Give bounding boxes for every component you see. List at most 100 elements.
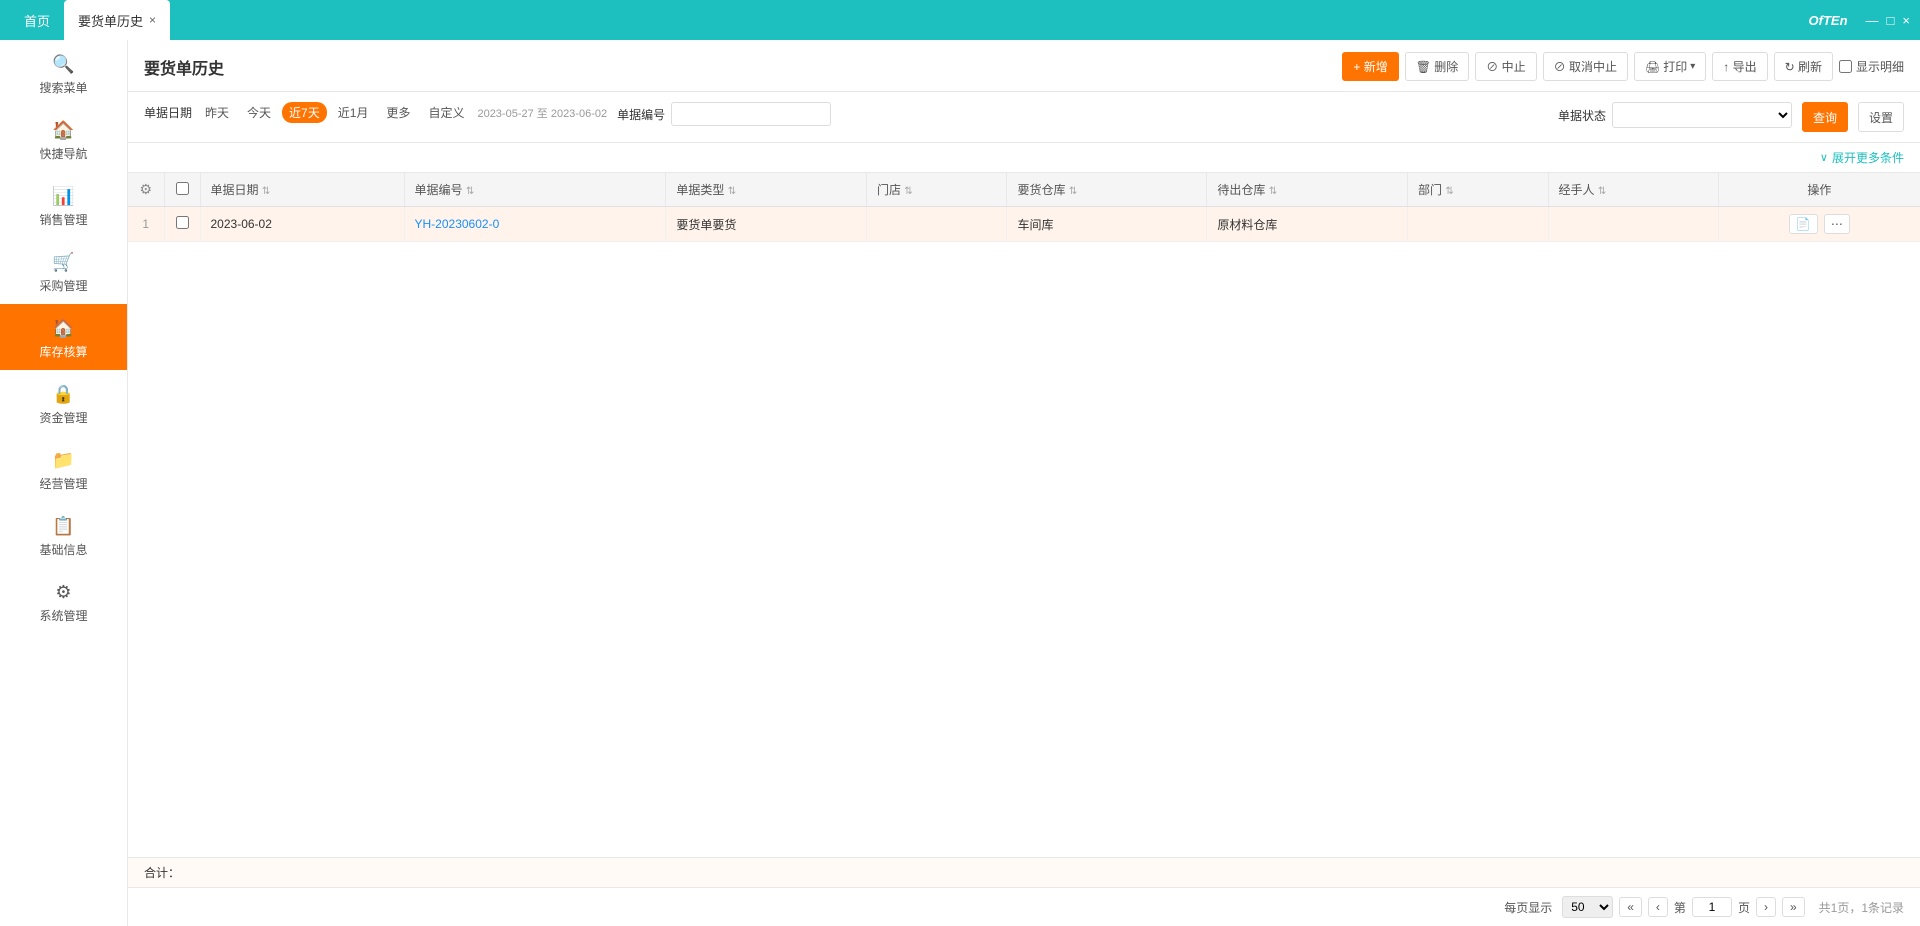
cancel-stop-button[interactable]: ⊘ 取消中止	[1543, 52, 1628, 81]
row-actions: 📄 ⋯	[1718, 207, 1920, 242]
view-action-btn[interactable]: 📄	[1789, 214, 1818, 234]
chevron-down-icon: ∨	[1820, 151, 1828, 164]
page-input[interactable]	[1692, 897, 1732, 917]
sidebar-item-label: 快捷导航	[39, 145, 87, 162]
first-page-btn[interactable]: «	[1619, 897, 1642, 917]
row-no: YH-20230602-0	[404, 207, 666, 242]
query-button[interactable]: 查询	[1802, 102, 1848, 132]
sidebar-item-quick-nav[interactable]: 🏠 快捷导航	[0, 106, 127, 172]
date-btn-custom[interactable]: 自定义	[421, 102, 471, 123]
sidebar-item-ops-mgmt[interactable]: 📁 经营管理	[0, 436, 127, 502]
maximize-btn[interactable]: □	[1887, 13, 1895, 28]
view-icon: 📄	[1796, 217, 1811, 231]
purchase-mgmt-icon: 🛒	[52, 252, 74, 273]
sidebar-item-label: 库存核算	[39, 343, 87, 360]
row-date: 2023-06-02	[200, 207, 404, 242]
sidebar-item-label: 基础信息	[39, 541, 87, 558]
sidebar-item-purchase-mgmt[interactable]: 🛒 采购管理	[0, 238, 127, 304]
sidebar-item-basic-info[interactable]: 📋 基础信息	[0, 502, 127, 568]
row-no-link[interactable]: YH-20230602-0	[415, 217, 500, 231]
close-btn[interactable]: ×	[1902, 13, 1910, 28]
more-action-btn[interactable]: ⋯	[1824, 214, 1850, 234]
inventory-calc-icon: 🏠	[52, 318, 74, 339]
display-detail-label: 显示明细	[1856, 58, 1904, 75]
doc-no-input[interactable]	[671, 102, 831, 126]
action-btns: 📄 ⋯	[1729, 214, 1910, 234]
sidebar-item-fund-mgmt[interactable]: 🔒 资金管理	[0, 370, 127, 436]
sort-icon-pending-warehouse[interactable]: ⇅	[1269, 186, 1277, 197]
stop-button[interactable]: ⊘ 中止	[1475, 52, 1536, 81]
sort-icon-date[interactable]: ⇅	[262, 186, 270, 197]
ops-mgmt-icon: 📁	[52, 450, 74, 471]
doc-no-label: 单据编号	[617, 106, 665, 123]
sidebar-item-inventory-calc[interactable]: 🏠 库存核算	[0, 304, 127, 370]
sidebar-item-search-menu[interactable]: 🔍 搜索菜单	[0, 40, 127, 106]
last-page-btn[interactable]: »	[1782, 897, 1805, 917]
date-filter: 单据日期 昨天 今天 近7天 近1月 更多 自定义 2023-05-27 至 2…	[144, 102, 607, 123]
table-footer: 合计：	[128, 857, 1920, 887]
row-check	[164, 207, 200, 242]
sidebar-item-label: 系统管理	[39, 607, 87, 624]
top-bar: 首页 要货单历史 × OfTEn — □ ×	[0, 0, 1920, 40]
new-button[interactable]: + 新增	[1342, 52, 1398, 81]
doc-status-label: 单据状态	[1558, 107, 1606, 124]
footer-summary-label: 合计：	[144, 864, 180, 881]
refresh-button[interactable]: ↻ 刷新	[1774, 52, 1833, 81]
print-label: 打印	[1663, 58, 1687, 75]
date-btn-today[interactable]: 今天	[240, 102, 278, 123]
print-button[interactable]: 🖨 打印 ▾	[1634, 52, 1706, 81]
tab-home[interactable]: 首页	[10, 0, 64, 40]
column-settings-icon[interactable]: ⚙	[139, 181, 152, 197]
sidebar-item-label: 搜索菜单	[39, 79, 87, 96]
th-store: 门店 ⇅	[866, 173, 1007, 207]
th-pending-warehouse-label: 待出仓库	[1217, 183, 1265, 197]
doc-status-filter: 单据状态	[1558, 102, 1792, 128]
fund-mgmt-icon: 🔒	[52, 384, 74, 405]
search-menu-icon: 🔍	[52, 54, 74, 75]
sidebar-item-sales-mgmt[interactable]: 📊 销售管理	[0, 172, 127, 238]
sales-mgmt-icon: 📊	[52, 186, 74, 207]
date-btn-more[interactable]: 更多	[379, 102, 417, 123]
display-detail-checkbox[interactable]	[1839, 60, 1852, 73]
th-handler: 经手人 ⇅	[1548, 173, 1718, 207]
display-detail-toggle[interactable]: 显示明细	[1839, 58, 1904, 75]
tab-requisition-history[interactable]: 要货单历史 ×	[64, 0, 170, 40]
sort-icon-no[interactable]: ⇅	[466, 186, 474, 197]
date-range-display: 2023-05-27 至 2023-06-02	[477, 105, 607, 121]
delete-button[interactable]: 🗑 删除	[1405, 52, 1470, 81]
expand-more-btn[interactable]: ∨ 展开更多条件	[1820, 149, 1904, 166]
tab-close-icon[interactable]: ×	[149, 13, 156, 27]
date-filter-label: 单据日期	[144, 104, 192, 121]
minimize-btn[interactable]: —	[1866, 13, 1879, 28]
window-controls: OfTEn — □ ×	[1809, 13, 1910, 28]
content-area: 要货单历史 + 新增 🗑 删除 ⊘ 中止 ⊘ 取消中止 🖨 打印 ▾ ↑ 导出 …	[128, 40, 1920, 926]
th-type: 单据类型 ⇅	[666, 173, 867, 207]
th-handler-label: 经手人	[1559, 183, 1595, 197]
sort-icon-handler[interactable]: ⇅	[1598, 186, 1606, 197]
page-input-prefix: 第	[1674, 899, 1686, 916]
sort-icon-type[interactable]: ⇅	[728, 186, 736, 197]
doc-status-select[interactable]	[1612, 102, 1792, 128]
sidebar: 🔍 搜索菜单 🏠 快捷导航 📊 销售管理 🛒 采购管理 🏠 库存核算 🔒 资金管…	[0, 40, 128, 926]
settings-button[interactable]: 设置	[1858, 102, 1904, 132]
date-btn-yesterday[interactable]: 昨天	[198, 102, 236, 123]
sort-icon-dept[interactable]: ⇅	[1445, 186, 1453, 197]
sort-icon-store[interactable]: ⇅	[904, 186, 912, 197]
th-action-label: 操作	[1807, 183, 1831, 197]
select-all-checkbox[interactable]	[176, 182, 189, 195]
date-btn-7days[interactable]: 近7天	[282, 102, 327, 123]
export-button[interactable]: ↑ 导出	[1712, 52, 1767, 81]
date-btn-1month[interactable]: 近1月	[331, 102, 376, 123]
sidebar-item-sys-mgmt[interactable]: ⚙ 系统管理	[0, 568, 127, 634]
next-page-btn[interactable]: ›	[1756, 897, 1776, 917]
sort-icon-req-warehouse[interactable]: ⇅	[1069, 186, 1077, 197]
row-dept	[1408, 207, 1549, 242]
brand-label: OfTEn	[1809, 13, 1848, 28]
th-date: 单据日期 ⇅	[200, 173, 404, 207]
page-size-select[interactable]: 50 20 100	[1562, 896, 1613, 918]
prev-page-btn[interactable]: ‹	[1648, 897, 1668, 917]
quick-nav-icon: 🏠	[52, 120, 74, 141]
row-checkbox[interactable]	[176, 216, 189, 229]
total-info: 共1页，1条记录	[1819, 899, 1904, 916]
expand-more-label: 展开更多条件	[1832, 149, 1904, 166]
